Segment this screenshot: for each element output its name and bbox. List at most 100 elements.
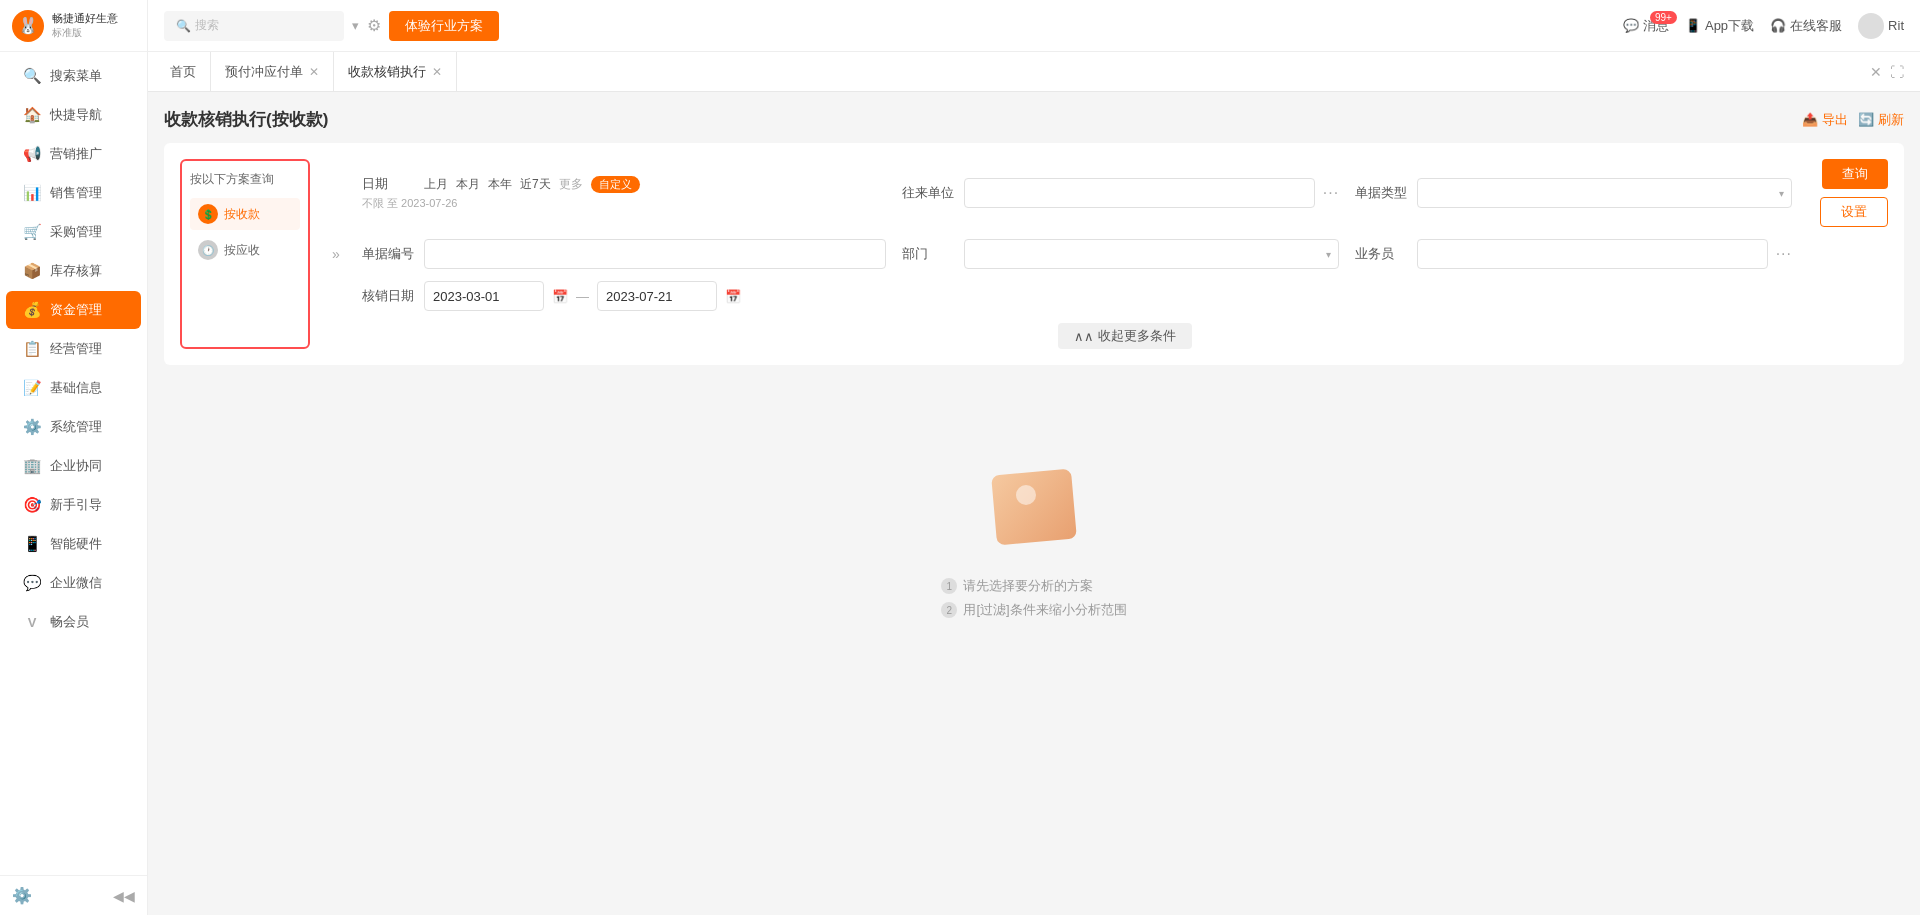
sidebar-bottom: ⚙️ ◀◀ [0,875,147,915]
sidebar-item-inventory[interactable]: 📦 库存核算 [6,252,141,290]
filter-row-2: 单据编号 部门 业务员 [362,239,1888,269]
date-label: 日期 [362,175,416,193]
inventory-icon: 📦 [22,262,42,280]
header-dropdown-icon[interactable]: ▾ [352,18,359,33]
sidebar-item-base[interactable]: 📝 基础信息 [6,369,141,407]
counterpart-label: 往来单位 [902,184,956,202]
sidebar-item-purchase[interactable]: 🛒 采购管理 [6,213,141,251]
filter-collapse-arrow[interactable]: » [326,159,346,349]
collapse-more-row: ∧∧ 收起更多条件 [362,323,1888,349]
doc-type-select-wrapper [1417,178,1792,208]
counterpart-more-icon[interactable]: ··· [1323,184,1339,202]
tab-expand-icon[interactable]: ⛶ [1890,64,1904,80]
top-header: 🔍 搜索 ▾ ⚙ 体验行业方案 💬 消息 99+ 📱 App下载 🎧 在线客服 [148,0,1920,52]
message-button[interactable]: 💬 消息 99+ [1623,17,1669,35]
dept-select[interactable] [964,239,1339,269]
date-shortcut-7days[interactable]: 近7天 [520,176,551,193]
tab-collection-label: 收款核销执行 [348,63,426,81]
doc-number-label: 单据编号 [362,245,416,263]
tab-home-label: 首页 [170,63,196,81]
main-area: 🔍 搜索 ▾ ⚙ 体验行业方案 💬 消息 99+ 📱 App下载 🎧 在线客服 [148,0,1920,915]
filter-panel: 按以下方案查询 💲 按收款 🕐 按应收 » [164,143,1904,365]
tab-collection[interactable]: 收款核销执行 ✕ [334,52,457,92]
verify-date-end[interactable] [597,281,717,311]
filter-option-by-receivable[interactable]: 🕐 按应收 [190,234,300,266]
tab-close-window-icon[interactable]: ✕ [1870,64,1882,80]
sidebar-item-finance[interactable]: 💰 资金管理 [6,291,141,329]
sidebar-item-system[interactable]: ⚙️ 系统管理 [6,408,141,446]
sidebar-item-base-label: 基础信息 [50,379,102,397]
counterpart-input[interactable] [964,178,1315,208]
verify-date-end-calendar-icon[interactable]: 📅 [725,289,741,304]
header-search-placeholder: 搜索 [195,17,219,34]
search-icon: 🔍 [22,67,42,85]
solution-button[interactable]: 体验行业方案 [389,11,499,41]
message-icon: 💬 [1623,18,1639,33]
member-icon: V [22,615,42,630]
verify-date-start[interactable] [424,281,544,311]
sidebar-item-guide[interactable]: 🎯 新手引导 [6,486,141,524]
app-download-button[interactable]: 📱 App下载 [1685,17,1754,35]
sidebar-item-quick[interactable]: 🏠 快捷导航 [6,96,141,134]
export-button[interactable]: 📤 导出 [1802,111,1848,129]
date-custom-tag[interactable]: 自定义 [591,176,640,193]
doc-type-select[interactable] [1417,178,1792,208]
title-actions: 📤 导出 🔄 刷新 [1802,111,1904,129]
business-icon: 📋 [22,340,42,358]
header-gear-icon[interactable]: ⚙ [367,16,381,35]
doc-number-input[interactable] [424,239,886,269]
sidebar-item-guide-label: 新手引导 [50,496,102,514]
date-shortcut-this-month[interactable]: 本月 [456,176,480,193]
sidebar-item-wechat[interactable]: 💬 企业微信 [6,564,141,602]
refresh-button[interactable]: 🔄 刷新 [1858,111,1904,129]
enterprise-icon: 🏢 [22,457,42,475]
header-search-box[interactable]: 🔍 搜索 [164,11,344,41]
settings-gear-icon[interactable]: ⚙️ [12,886,32,905]
date-shortcut-last-month[interactable]: 上月 [424,176,448,193]
sidebar-item-marketing[interactable]: 📢 营销推广 [6,135,141,173]
sidebar-item-member[interactable]: V 畅会员 [6,603,141,641]
tip-text-1: 请先选择要分析的方案 [963,577,1093,595]
logo-area: 🐰 畅捷通好生意 标准版 [0,0,147,52]
date-more-btn[interactable]: 更多 [559,176,583,193]
query-button[interactable]: 查询 [1822,159,1888,189]
empty-illustration [974,457,1094,557]
staff-label: 业务员 [1355,245,1409,263]
date-unlimited: 不限 至 2023-07-26 [362,197,457,209]
header-left: 🔍 搜索 ▾ ⚙ 体验行业方案 [164,11,1623,41]
tab-prepay[interactable]: 预付冲应付单 ✕ [211,52,334,92]
sidebar-nav: 🔍 搜索菜单 🏠 快捷导航 📢 营销推广 📊 销售管理 🛒 采购管理 📦 库存核… [0,52,147,875]
sidebar-collapse-icon[interactable]: ◀◀ [113,888,135,904]
dept-select-wrapper [964,239,1339,269]
sidebar-item-hardware[interactable]: 📱 智能硬件 [6,525,141,563]
tab-prepay-close-icon[interactable]: ✕ [309,65,319,79]
tip-num-1: 1 [941,578,957,594]
sidebar-item-enterprise[interactable]: 🏢 企业协同 [6,447,141,485]
filter-option-by-receipt[interactable]: 💲 按收款 [190,198,300,230]
doc-number-field: 单据编号 [362,239,886,269]
sidebar-item-search[interactable]: 🔍 搜索菜单 [6,57,141,95]
sidebar-item-sales[interactable]: 📊 销售管理 [6,174,141,212]
date-shortcut-this-year[interactable]: 本年 [488,176,512,193]
user-profile-button[interactable]: Rit [1858,13,1904,39]
sidebar: 🐰 畅捷通好生意 标准版 🔍 搜索菜单 🏠 快捷导航 📢 营销推广 📊 销售管理… [0,0,148,915]
by-receipt-icon: 💲 [198,204,218,224]
filter-row-1: 日期 上月 本月 本年 近7天 更多 自定义 [362,159,1888,227]
tab-home[interactable]: 首页 [156,52,211,92]
purchase-icon: 🛒 [22,223,42,241]
online-service-button[interactable]: 🎧 在线客服 [1770,17,1842,35]
staff-input[interactable] [1417,239,1768,269]
tab-collection-close-icon[interactable]: ✕ [432,65,442,79]
setting-button[interactable]: 设置 [1820,197,1888,227]
export-icon: 📤 [1802,112,1818,127]
wechat-icon: 💬 [22,574,42,592]
collapse-more-button[interactable]: ∧∧ 收起更多条件 [1058,323,1192,349]
staff-more-icon[interactable]: ··· [1776,245,1792,263]
base-icon: 📝 [22,379,42,397]
sidebar-item-business[interactable]: 📋 经营管理 [6,330,141,368]
by-receipt-label: 按收款 [224,206,260,223]
verify-date-start-calendar-icon[interactable]: 📅 [552,289,568,304]
tip-text-2: 用[过滤]条件来缩小分析范围 [963,601,1126,619]
doc-type-label: 单据类型 [1355,184,1409,202]
home-icon: 🏠 [22,106,42,124]
